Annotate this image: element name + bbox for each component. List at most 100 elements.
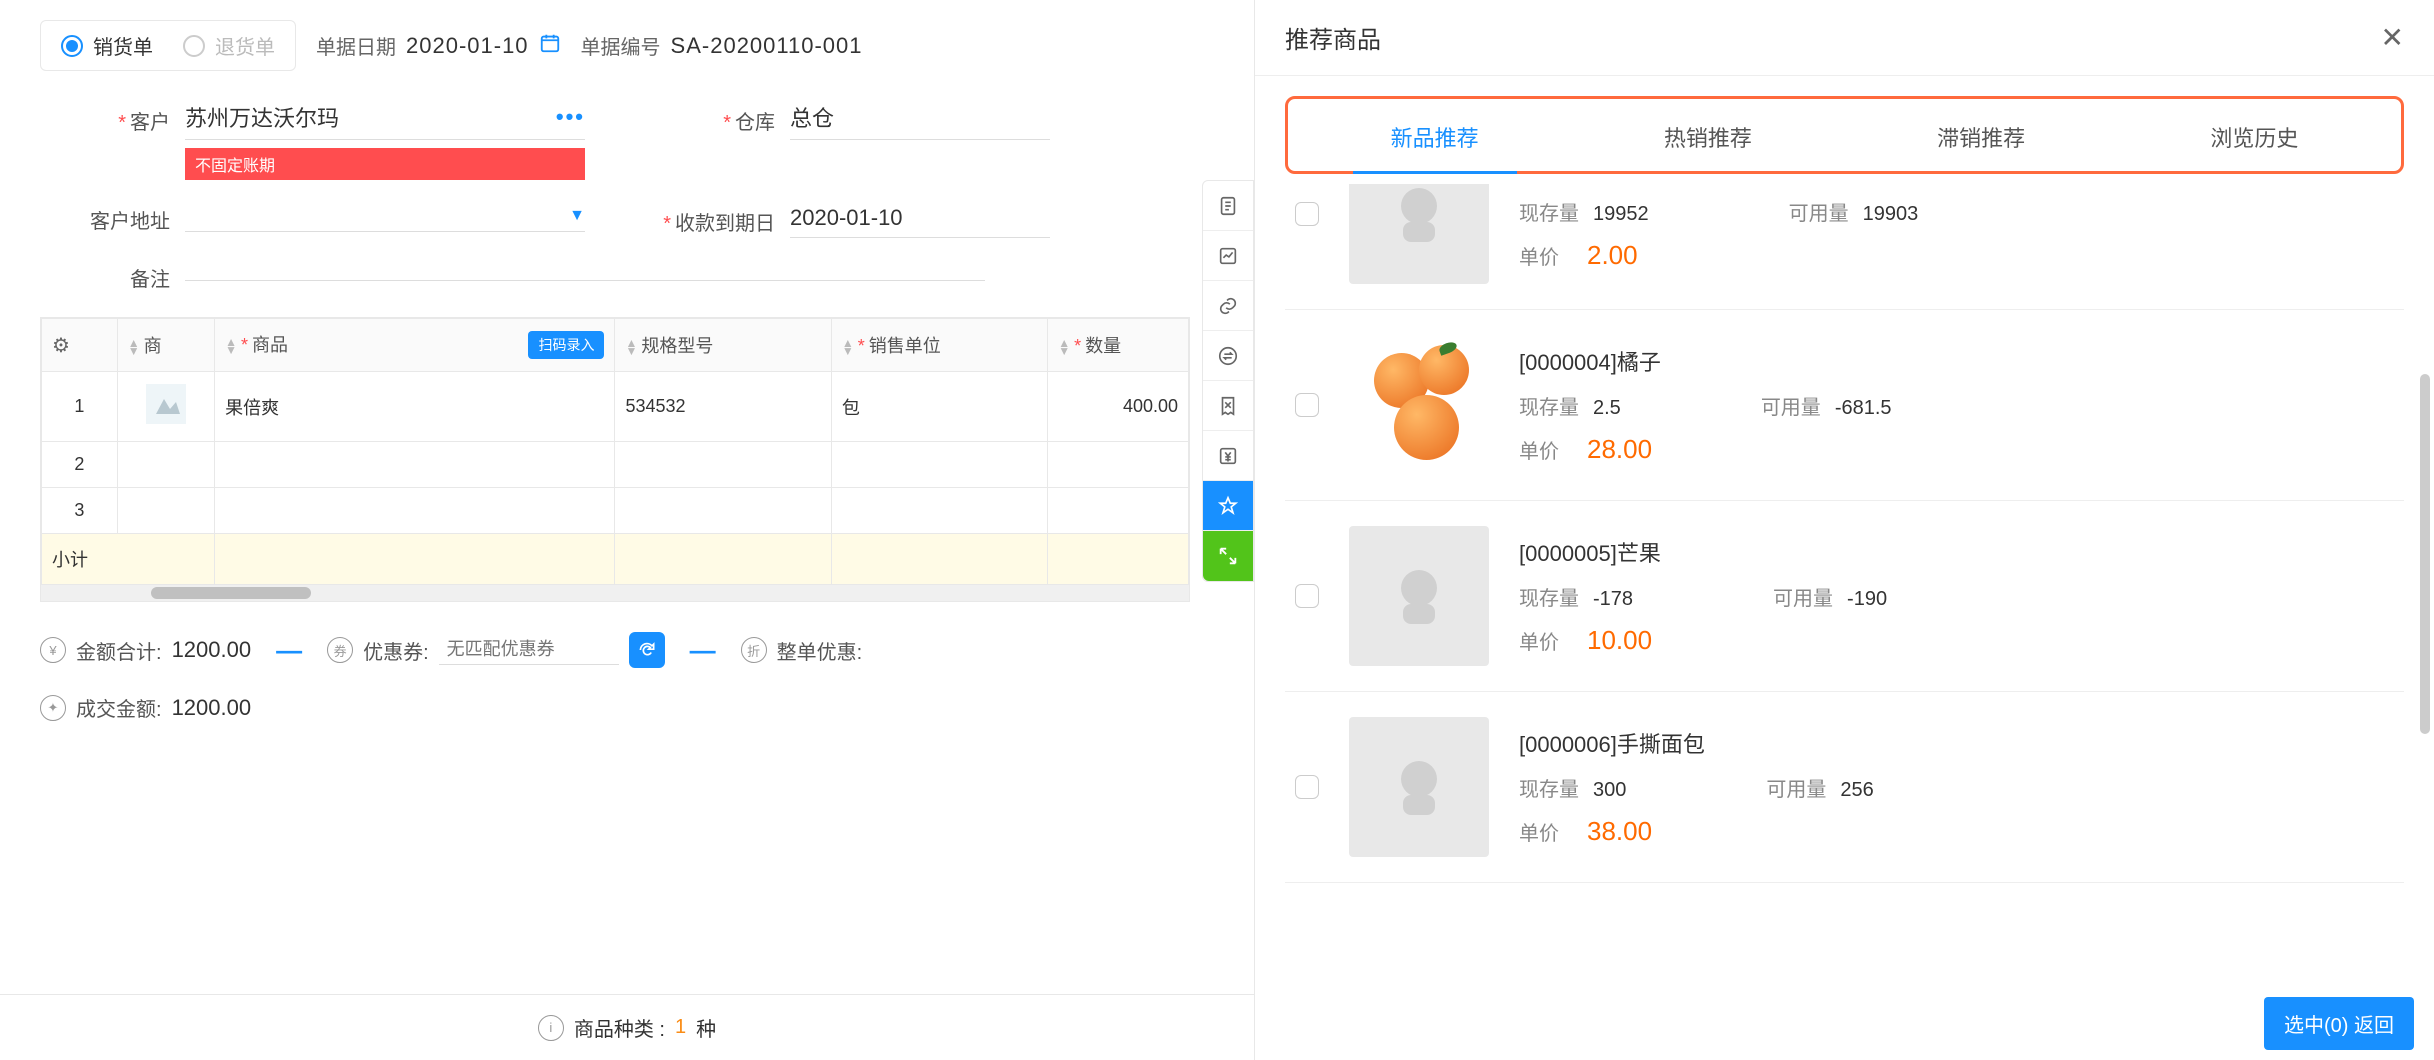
coupon-icon: 券 (327, 637, 353, 663)
product-checkbox[interactable] (1295, 202, 1319, 226)
warehouse-value[interactable]: 总仓 (790, 101, 834, 133)
return-order-label: 退货单 (215, 31, 275, 60)
minus-icon: — (276, 635, 302, 666)
subtotal-label: 小计 (42, 534, 215, 585)
doc-date-label: 单据日期 (316, 31, 396, 60)
product-checkbox[interactable] (1295, 584, 1319, 608)
customer-value[interactable]: 苏州万达沃尔玛 (185, 101, 339, 133)
product-image-placeholder (1349, 184, 1489, 284)
price-value: 2.00 (1587, 240, 1638, 270)
product-thumbnail (117, 372, 214, 442)
product-list[interactable]: 250ml 现存量19952 可用量19903 单价2.00 [0000004]… (1255, 184, 2434, 1060)
sales-order-radio[interactable]: 销货单 (61, 31, 153, 60)
info-icon: i (538, 1015, 564, 1041)
price-label: 单价 (1519, 441, 1559, 463)
cell-qty[interactable]: 400.00 (1048, 372, 1189, 442)
discount-icon: 折 (741, 637, 767, 663)
horizontal-scrollbar[interactable] (41, 585, 1189, 601)
tab-hot[interactable]: 热销推荐 (1571, 107, 1844, 171)
due-date-value[interactable]: 2020-01-10 (790, 205, 903, 231)
minus-icon: — (690, 635, 716, 666)
calendar-icon[interactable] (539, 32, 561, 60)
avail-label: 可用量 (1761, 397, 1821, 419)
link-icon[interactable] (1203, 281, 1253, 331)
close-icon[interactable]: ✕ (2381, 21, 2404, 54)
product-checkbox[interactable] (1295, 393, 1319, 417)
star-icon[interactable] (1203, 481, 1253, 531)
chart-icon[interactable] (1203, 231, 1253, 281)
avail-value: 19903 (1863, 203, 1919, 225)
chevron-down-icon[interactable]: ▼ (569, 207, 585, 225)
table-row[interactable]: 3 (42, 488, 1189, 534)
left-panel: 销货单 退货单 单据日期 2020-01-10 单据编号 SA-20200110… (0, 0, 1254, 1060)
recommend-tabs: 新品推荐 热销推荐 滞销推荐 浏览历史 (1285, 96, 2404, 174)
return-order-radio[interactable]: 退货单 (183, 31, 275, 60)
sort-icon[interactable]: ▲▼ (128, 339, 140, 355)
more-icon[interactable]: ••• (556, 104, 585, 130)
product-checkbox[interactable] (1295, 775, 1319, 799)
doc-date-value[interactable]: 2020-01-10 (406, 33, 529, 59)
row-index: 2 (42, 442, 118, 488)
avail-value: -681.5 (1835, 397, 1892, 419)
deal-amount-value: 1200.00 (172, 695, 252, 721)
tab-slow[interactable]: 滞销推荐 (1845, 107, 2118, 171)
remark-label: 备注 (40, 263, 170, 292)
price-label: 单价 (1519, 823, 1559, 845)
product-image-placeholder (1349, 526, 1489, 666)
address-label: 客户地址 (40, 205, 170, 234)
receipt-icon[interactable] (1203, 381, 1253, 431)
product-image-placeholder (1349, 717, 1489, 857)
avail-value: 256 (1840, 779, 1873, 801)
sort-icon[interactable]: ▲▼ (842, 339, 854, 355)
avail-value: -190 (1847, 588, 1887, 610)
col-product: 商品 (252, 335, 288, 355)
coupon-input[interactable] (439, 635, 619, 665)
vertical-scrollbar[interactable] (2420, 374, 2430, 734)
coupon-label: 优惠券: (363, 636, 429, 665)
tab-history[interactable]: 浏览历史 (2118, 107, 2391, 171)
currency-icon[interactable] (1203, 431, 1253, 481)
cell-product-name[interactable]: 果倍爽 (215, 372, 615, 442)
product-item[interactable]: [0000004]橘子 现存量2.5 可用量-681.5 单价28.00 (1285, 310, 2404, 501)
table-row[interactable]: 1 果倍爽 534532 包 400.00 (42, 372, 1189, 442)
doc-no-label: 单据编号 (581, 31, 661, 60)
recommend-panel: 推荐商品 ✕ 新品推荐 热销推荐 滞销推荐 浏览历史 250ml 现存量1995… (1254, 0, 2434, 1060)
product-item[interactable]: 250ml 现存量19952 可用量19903 单价2.00 (1285, 184, 2404, 310)
stock-label: 现存量 (1519, 779, 1579, 801)
sort-icon[interactable]: ▲▼ (625, 339, 637, 355)
price-value: 10.00 (1587, 625, 1652, 655)
deal-amount-label: 成交金额: (76, 693, 162, 722)
avail-label: 可用量 (1773, 588, 1833, 610)
cell-unit[interactable]: 包 (831, 372, 1047, 442)
radio-unchecked-icon (183, 35, 205, 57)
scan-input-button[interactable]: 扫码录入 (528, 331, 604, 359)
price-value: 38.00 (1587, 816, 1652, 846)
gear-icon[interactable]: ⚙ (52, 335, 70, 357)
yen-icon: ¥ (40, 637, 66, 663)
product-kind-unit: 种 (696, 1013, 716, 1042)
col-qty: 数量 (1085, 336, 1121, 356)
refresh-icon[interactable] (629, 632, 665, 668)
product-item[interactable]: [0000005]芒果 现存量-178 可用量-190 单价10.00 (1285, 501, 2404, 692)
row-index: 3 (42, 488, 118, 534)
doc-icon[interactable] (1203, 181, 1253, 231)
selected-return-button[interactable]: 选中(0) 返回 (2264, 997, 2414, 1050)
warehouse-label: 仓库 (735, 112, 775, 134)
stock-value: -178 (1593, 588, 1633, 610)
exchange-icon[interactable] (1203, 331, 1253, 381)
product-image (1349, 335, 1489, 475)
radio-checked-icon (61, 35, 83, 57)
col-unit: 销售单位 (869, 336, 941, 356)
stock-value: 300 (1593, 779, 1626, 801)
tab-new[interactable]: 新品推荐 (1298, 107, 1571, 171)
cell-spec[interactable]: 534532 (615, 372, 831, 442)
sort-icon[interactable]: ▲▼ (225, 338, 237, 354)
side-toolbar (1202, 180, 1254, 582)
table-row[interactable]: 2 (42, 442, 1189, 488)
expand-icon[interactable] (1203, 531, 1253, 581)
sales-order-label: 销货单 (93, 31, 153, 60)
col-thumb: 商 (144, 336, 162, 356)
bottom-summary: i 商品种类 : 1 种 (0, 994, 1254, 1060)
product-item[interactable]: [0000006]手撕面包 现存量300 可用量256 单价38.00 (1285, 692, 2404, 883)
sort-icon[interactable]: ▲▼ (1058, 339, 1070, 355)
